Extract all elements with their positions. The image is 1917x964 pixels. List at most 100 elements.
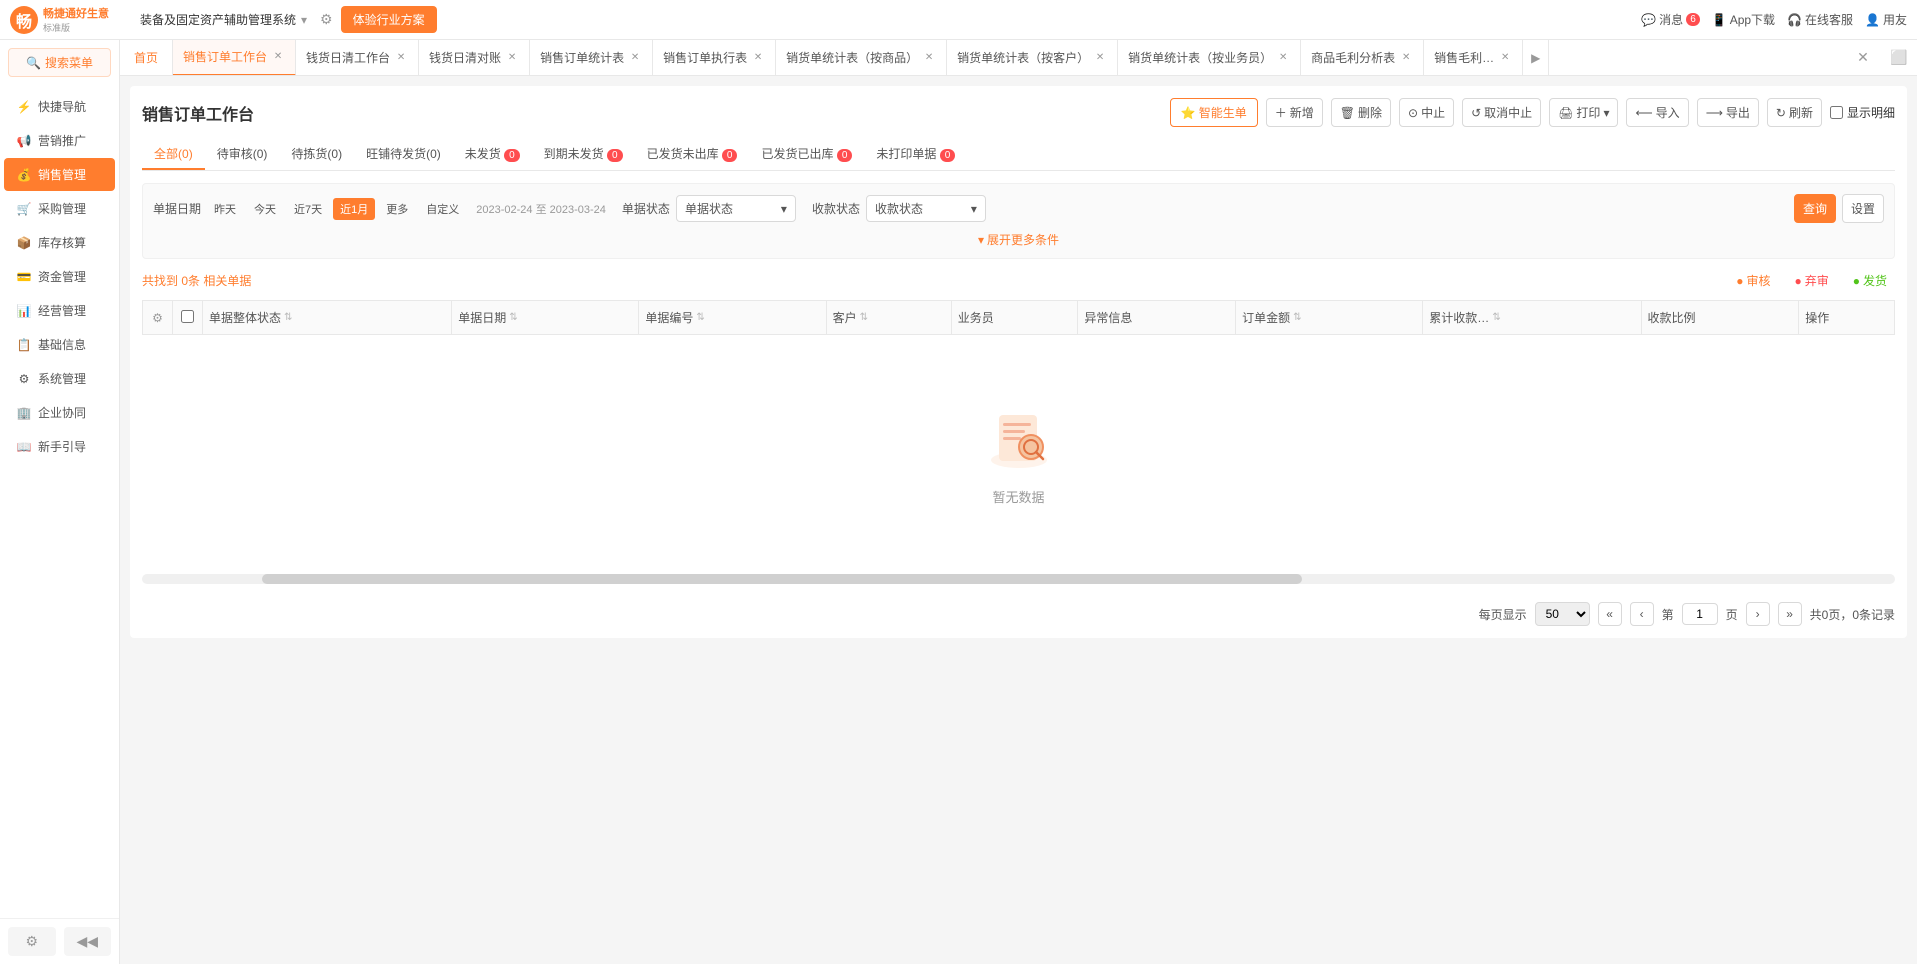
tab-sales-margin[interactable]: 销售毛利… ✕ xyxy=(1424,40,1523,76)
page-last-btn[interactable]: » xyxy=(1778,602,1802,626)
tab-goods-stats-customer[interactable]: 销货单统计表（按客户） ✕ xyxy=(947,40,1118,76)
tab-action-maximize[interactable]: ⬜ xyxy=(1881,40,1917,76)
review-label: 审核 xyxy=(1746,272,1770,289)
action-cancel-review-btn[interactable]: ● 弃审 xyxy=(1786,269,1836,292)
expand-icon: ▾ xyxy=(978,233,984,247)
filter-tab-pending-review[interactable]: 待审核(0) xyxy=(205,139,280,170)
page-next-btn[interactable]: › xyxy=(1746,602,1770,626)
tab-sales-workbench[interactable]: 销售订单工作台 ✕ xyxy=(173,40,296,76)
sidebar-item-operation[interactable]: 📊 经营管理 xyxy=(4,294,115,327)
th-customer-sort[interactable]: 客户 ⇅ xyxy=(833,309,945,326)
smart-create-btn[interactable]: ⭐ 智能生单 xyxy=(1170,98,1258,127)
add-btn[interactable]: ＋ 新增 xyxy=(1266,98,1323,127)
th-staff-sort[interactable]: 业务员 xyxy=(958,309,1072,326)
date-btn-1month[interactable]: 近1月 xyxy=(333,198,375,220)
show-detail-label[interactable]: 显示明细 xyxy=(1830,104,1895,121)
filter-tab-all[interactable]: 全部(0) xyxy=(142,139,205,170)
filter-settings-btn[interactable]: 设置 xyxy=(1842,194,1884,223)
tab-sales-stats[interactable]: 销售订单统计表 ✕ xyxy=(530,40,653,76)
tab-goods-stats-staff[interactable]: 销货单统计表（按业务员） ✕ xyxy=(1118,40,1301,76)
print-btn[interactable]: 🖨 打印 ▾ xyxy=(1549,98,1618,127)
filter-tab-not-shipped[interactable]: 未发货 0 xyxy=(453,139,532,170)
sidebar-item-sales[interactable]: 💰 销售管理 xyxy=(4,158,115,191)
filter-tab-shipped-out[interactable]: 已发货已出库 0 xyxy=(749,139,864,170)
sidebar-item-system[interactable]: ⚙ 系统管理 xyxy=(4,362,115,395)
sidebar-item-inventory[interactable]: 📦 库存核算 xyxy=(4,226,115,259)
search-menu-btn[interactable]: 🔍 搜索菜单 xyxy=(8,48,111,77)
export-btn[interactable]: ⟶ 导出 xyxy=(1697,98,1759,127)
tab-action-close-others[interactable]: ✕ xyxy=(1845,40,1881,76)
delete-btn[interactable]: 🗑 删除 xyxy=(1331,98,1391,127)
tab-home[interactable]: 首页 xyxy=(120,40,173,76)
date-btn-7days[interactable]: 近7天 xyxy=(287,198,329,220)
cancel-stop-btn[interactable]: ↺ 取消中止 xyxy=(1462,98,1541,127)
online-service-btn[interactable]: 🎧 在线客服 xyxy=(1787,11,1853,28)
sidebar-item-quick-nav[interactable]: ⚡ 快捷导航 xyxy=(4,90,115,123)
th-cumulative-payment-sort[interactable]: 累计收款… ⇅ xyxy=(1429,309,1634,326)
filter-tab-pending-pick[interactable]: 待拣货(0) xyxy=(279,139,354,170)
tab-actions: ✕ ⬜ xyxy=(1845,40,1917,76)
service-icon: 🎧 xyxy=(1787,13,1802,27)
sidebar-item-guide[interactable]: 📖 新手引导 xyxy=(4,430,115,463)
th-settings[interactable]: ⚙ xyxy=(143,301,173,335)
page-prev-btn[interactable]: ‹ xyxy=(1630,602,1654,626)
refresh-btn[interactable]: ↻ 刷新 xyxy=(1767,98,1822,127)
app-download-btn[interactable]: 📱 App下载 xyxy=(1712,11,1775,28)
sidebar-collapse-btn[interactable]: ◀◀ xyxy=(64,927,112,956)
import-btn[interactable]: ⟵ 导入 xyxy=(1626,98,1688,127)
select-all-checkbox[interactable] xyxy=(181,310,194,323)
sidebar-settings-btn[interactable]: ⚙ xyxy=(8,927,56,956)
tab-close-sales-workbench[interactable]: ✕ xyxy=(271,50,285,64)
tab-reconcile[interactable]: 钱货日清对账 ✕ xyxy=(419,40,530,76)
tab-close-goods-product[interactable]: ✕ xyxy=(922,51,936,65)
date-btn-yesterday[interactable]: 昨天 xyxy=(207,198,243,220)
tab-goods-stats-product[interactable]: 销货单统计表（按商品） ✕ xyxy=(776,40,947,76)
show-detail-checkbox[interactable] xyxy=(1830,106,1843,119)
sidebar-item-finance[interactable]: 💳 资金管理 xyxy=(4,260,115,293)
expand-conditions-btn[interactable]: ▾ 展开更多条件 xyxy=(978,231,1059,248)
th-number-sort[interactable]: 单据编号 ⇅ xyxy=(645,309,819,326)
sidebar-item-enterprise[interactable]: 🏢 企业协同 xyxy=(4,396,115,429)
tab-close-sales-exec[interactable]: ✕ xyxy=(751,51,765,65)
filter-tab-overdue-not-shipped[interactable]: 到期未发货 0 xyxy=(532,139,635,170)
tab-cash-goods-workbench[interactable]: 钱货日清工作台 ✕ xyxy=(296,40,419,76)
tab-close-sales-stats[interactable]: ✕ xyxy=(628,51,642,65)
th-order-amount-sort[interactable]: 订单金额 ⇅ xyxy=(1242,309,1416,326)
date-btn-custom[interactable]: 自定义 xyxy=(419,198,466,220)
tab-close-cash-goods[interactable]: ✕ xyxy=(394,51,408,65)
tab-close-reconcile[interactable]: ✕ xyxy=(505,51,519,65)
filter-tab-shipped-not-out[interactable]: 已发货未出库 0 xyxy=(635,139,750,170)
page-size-select[interactable]: 50 100 200 xyxy=(1535,602,1590,626)
action-review-btn[interactable]: ● 审核 xyxy=(1728,269,1778,292)
filter-tab-wangpu-ship[interactable]: 旺铺待发货(0) xyxy=(354,139,453,170)
date-btn-more[interactable]: 更多 xyxy=(379,198,415,220)
tab-more-btn[interactable]: ▶ xyxy=(1523,40,1549,76)
sidebar-item-marketing[interactable]: 📢 营销推广 xyxy=(4,124,115,157)
th-checkbox[interactable] xyxy=(173,301,203,335)
industry-btn[interactable]: 体验行业方案 xyxy=(341,6,437,33)
message-btn[interactable]: 💬 消息 6 xyxy=(1641,11,1700,28)
status-select[interactable]: 单据状态 ▾ xyxy=(676,195,796,222)
user-btn[interactable]: 👤 用友 xyxy=(1865,11,1907,28)
th-overall-status-sort[interactable]: 单据整体状态 ⇅ xyxy=(209,309,445,326)
page-first-btn[interactable]: « xyxy=(1598,602,1622,626)
tab-margin-analysis[interactable]: 商品毛利分析表 ✕ xyxy=(1301,40,1424,76)
filter-tab-not-printed[interactable]: 未打印单据 0 xyxy=(864,139,967,170)
scrollbar-thumb[interactable] xyxy=(262,574,1302,584)
horizontal-scrollbar[interactable] xyxy=(142,574,1895,584)
settings-icon[interactable]: ⚙ xyxy=(320,11,333,28)
stop-btn[interactable]: ⊙ 中止 xyxy=(1399,98,1454,127)
th-date-sort[interactable]: 单据日期 ⇅ xyxy=(458,309,632,326)
tab-close-sales-margin[interactable]: ✕ xyxy=(1498,51,1512,65)
sidebar-item-basic-info[interactable]: 📋 基础信息 xyxy=(4,328,115,361)
query-btn[interactable]: 查询 xyxy=(1794,194,1836,223)
action-ship-btn[interactable]: ● 发货 xyxy=(1845,269,1895,292)
page-input[interactable] xyxy=(1682,603,1718,625)
sidebar-item-purchase[interactable]: 🛒 采购管理 xyxy=(4,192,115,225)
date-btn-today[interactable]: 今天 xyxy=(247,198,283,220)
tab-close-goods-customer[interactable]: ✕ xyxy=(1093,51,1107,65)
tab-close-margin[interactable]: ✕ xyxy=(1399,51,1413,65)
tab-sales-exec[interactable]: 销售订单执行表 ✕ xyxy=(653,40,776,76)
payment-select[interactable]: 收款状态 ▾ xyxy=(866,195,986,222)
tab-close-goods-staff[interactable]: ✕ xyxy=(1276,51,1290,65)
